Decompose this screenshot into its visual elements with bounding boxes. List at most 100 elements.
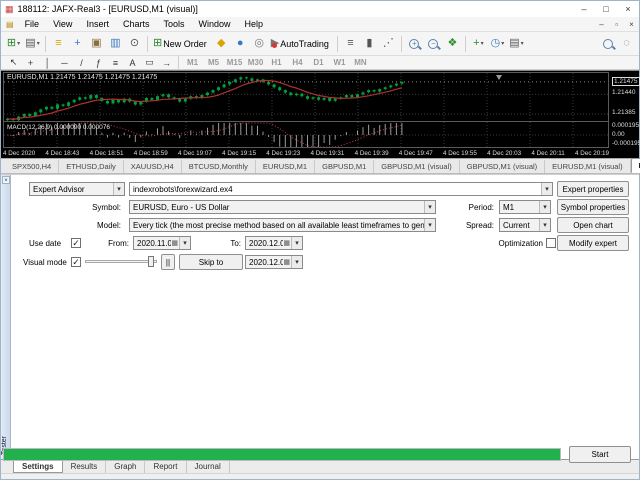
timeframe-m1[interactable]: M1 [182,58,203,67]
cursor-tool[interactable]: ↖ [5,57,22,68]
line-chart-button[interactable]: ⋰ [379,34,398,53]
timeframe-d1[interactable]: D1 [308,58,329,67]
market-button[interactable]: ◎ [250,34,269,53]
arrows-tool[interactable]: → [158,58,175,68]
zoom-out-button[interactable]: − [424,34,443,53]
minimize-button[interactable]: – [573,1,595,17]
chart-tab[interactable]: GBPUSD,M1 (visual) [374,160,460,173]
ea-path-select[interactable]: indexrobots\forexwizard.ex4 ▾ [129,182,553,196]
chart-area[interactable]: EURUSD,M1 1.21475 1.21475 1.21475 1.2147… [1,70,640,158]
pause-button[interactable]: || [161,254,175,270]
market-watch-button[interactable]: ≡ [49,34,68,53]
strategy-tester-button[interactable]: ⊙ [125,34,144,53]
new-chart-button[interactable]: ⊞ ▾ [4,34,23,53]
symbol-properties-button[interactable]: Symbol properties [557,199,629,215]
horizontal-line-tool[interactable]: ─ [56,58,73,68]
mdi-restore-button[interactable]: ▫ [609,20,624,29]
templates-button[interactable]: ▤ ▾ [507,34,526,53]
periods-button[interactable]: ◷ ▾ [488,34,507,53]
tile-windows-button[interactable]: ❖ [443,34,462,53]
chart-tab[interactable]: XAUUSD,H4 [124,160,182,173]
menu-file[interactable]: File [18,19,47,29]
expert-properties-button[interactable]: Expert properties [557,181,629,197]
skip-to-date-input[interactable]: 2020.12.04 ▦ ▾ [245,255,303,269]
mdi-minimize-button[interactable]: – [594,20,609,29]
chart-tab[interactable]: BTCUSD,Monthly [182,160,256,173]
chart-plot[interactable] [3,72,609,150]
skip-to-button[interactable]: Skip to [179,254,243,270]
chart-tab[interactable]: EURUSD,M1 [256,160,316,173]
menu-help[interactable]: Help [238,19,271,29]
start-button[interactable]: Start [569,446,631,463]
community-button[interactable]: ● [231,34,250,53]
autotrading-button[interactable]: ▶ AutoTrading [269,34,334,53]
search-button[interactable] [598,34,617,53]
maximize-button[interactable]: □ [595,1,617,17]
channel-tool[interactable]: ≡ [107,58,124,68]
timeframe-h4[interactable]: H4 [287,58,308,67]
menu-view[interactable]: View [46,19,79,29]
candlestick-button[interactable]: ▮ [360,34,379,53]
terminal-button[interactable]: ▥ [106,34,125,53]
close-button[interactable]: × [617,1,639,17]
tester-close-icon[interactable]: × [2,176,10,184]
zoom-in-button[interactable]: + [405,34,424,53]
chart-tab[interactable]: SPX500,H4 [5,160,60,173]
use-date-checkbox[interactable]: ✓ [71,238,81,248]
fibonacci-tool[interactable]: ƒ [90,58,107,68]
timeframe-m15[interactable]: M15 [224,58,245,67]
chart-tab[interactable]: ETHUSD,Daily [59,160,124,173]
new-order-button[interactable]: ⊞ New Order [151,34,212,53]
tab-settings[interactable]: Settings [13,459,63,473]
chart-tab[interactable]: GBPUSD,M1 [315,160,375,173]
slider-thumb[interactable] [148,256,155,267]
tab-journal[interactable]: Journal [187,460,230,473]
chart-tab-active[interactable]: EURUSD,M1 (visual) [630,158,640,173]
from-date-input[interactable]: 2020.11.02 ▦ ▾ [133,236,191,250]
menu-insert[interactable]: Insert [79,19,116,29]
menu-charts[interactable]: Charts [116,19,157,29]
mdi-close-button[interactable]: × [624,20,639,29]
timeframe-m30[interactable]: M30 [245,58,266,67]
period-select[interactable]: M1 ▾ [499,200,551,214]
menu-tools[interactable]: Tools [156,19,191,29]
text-tool[interactable]: A [124,58,141,68]
ea-type-select[interactable]: Expert Advisor ▾ [29,182,125,196]
timeframe-m5[interactable]: M5 [203,58,224,67]
bar-chart-button[interactable]: ≡ [341,34,360,53]
optimization-checkbox[interactable] [546,238,556,248]
tab-graph[interactable]: Graph [106,460,146,473]
to-date-input[interactable]: 2020.12.05 ▦ ▾ [245,236,303,250]
tab-report[interactable]: Report [145,460,187,473]
metaeditor-button[interactable]: ◆ [212,34,231,53]
chevron-down-icon: ▾ [520,41,524,47]
price-tick: 1.21385 [612,109,636,116]
spread-select[interactable]: Current ▾ [499,218,551,232]
timeframe-mn[interactable]: MN [350,58,371,67]
visual-mode-checkbox[interactable]: ✓ [71,257,81,267]
help-chat-button[interactable]: ◌ [617,34,636,53]
tab-results[interactable]: Results [63,460,107,473]
slider-track [85,260,157,263]
metaeditor-icon: ◆ [217,37,226,49]
profiles-button[interactable]: ▤ ▾ [23,34,42,53]
chart-tab[interactable]: GBPUSD,M1 (visual) [460,160,546,173]
label-tool[interactable]: ▭ [141,57,158,68]
chart-tab[interactable]: EURUSD,M1 (visual) [545,160,631,173]
modify-expert-button[interactable]: Modify expert [557,235,629,251]
calendar-icon: ▦ [283,259,290,266]
trendline-tool[interactable]: / [73,58,90,68]
timeframe-w1[interactable]: W1 [329,58,350,67]
symbol-select[interactable]: EURUSD, Euro - US Dollar ▾ [129,200,436,214]
crosshair-tool[interactable]: + [22,58,39,68]
chevron-down-icon: ▾ [291,256,302,268]
indicators-button[interactable]: + ▾ [469,34,488,53]
open-chart-button[interactable]: Open chart [557,217,629,233]
navigator-button[interactable]: ▣ [87,34,106,53]
data-window-button[interactable]: + [68,34,87,53]
visual-speed-slider[interactable] [85,255,157,267]
vertical-line-tool[interactable]: │ [39,58,56,68]
menu-window[interactable]: Window [191,19,237,29]
timeframe-h1[interactable]: H1 [266,58,287,67]
model-select[interactable]: Every tick (the most precise method base… [129,218,436,232]
